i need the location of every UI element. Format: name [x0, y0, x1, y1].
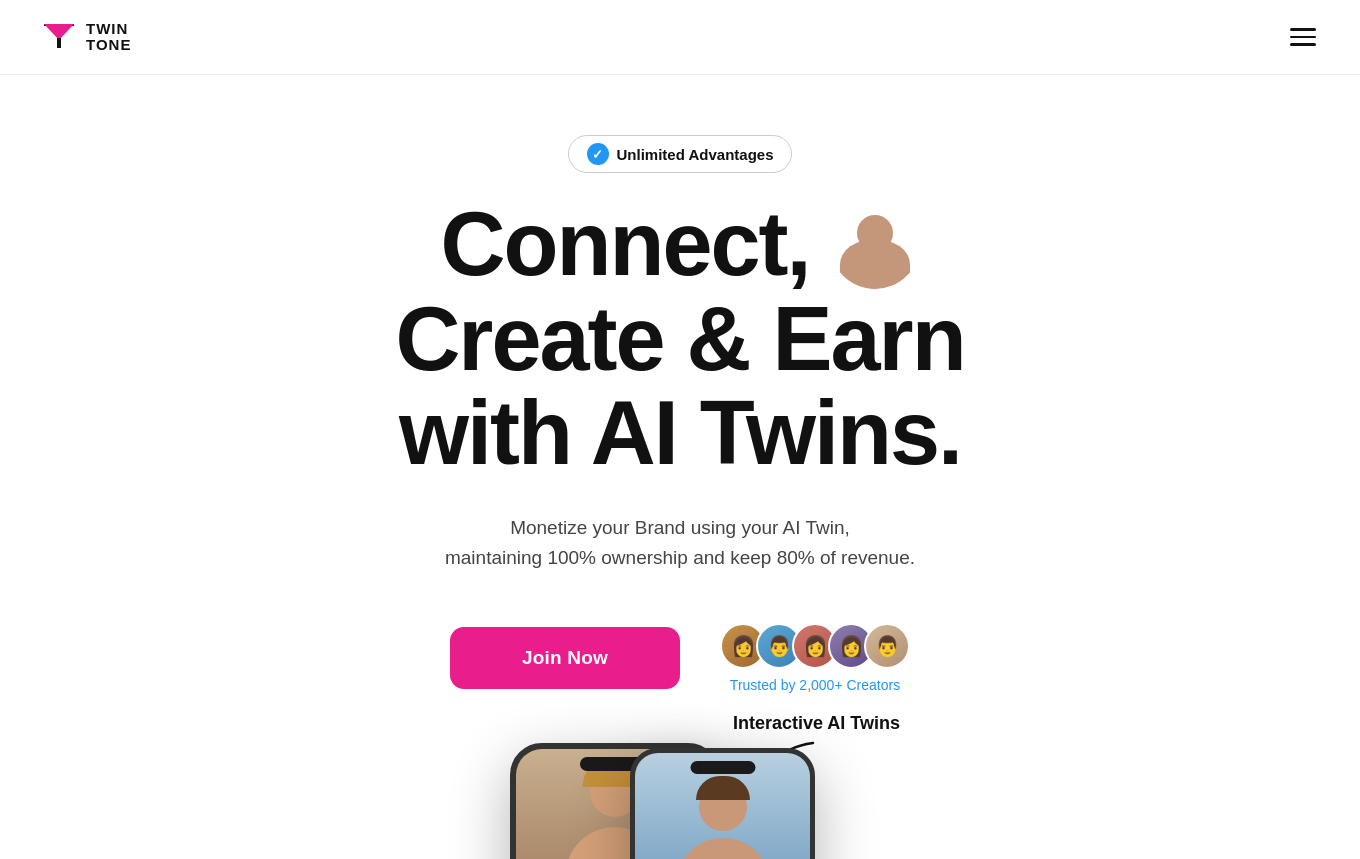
hero-heading: Connect, Create & Earn with AI Twins.: [395, 197, 964, 481]
heading-line-2: Create & Earn: [395, 292, 964, 387]
logo-line1: TWIN: [86, 21, 131, 38]
hamburger-line-2: [1290, 36, 1316, 39]
person-body-2: [675, 838, 770, 859]
phone-mockup-2: [630, 748, 815, 859]
person-hair-2: [696, 776, 750, 800]
menu-button[interactable]: [1286, 24, 1320, 50]
trusted-section: 👩 👨 👩 👩 👨 Trusted by 2,000+ Creators: [720, 623, 910, 693]
hamburger-line-1: [1290, 28, 1316, 31]
header: TWIN TONE: [0, 0, 1360, 75]
svg-marker-1: [44, 24, 74, 40]
creator-avatar-5: 👨: [864, 623, 910, 669]
badge-label: Unlimited Advantages: [617, 146, 774, 163]
hero-subtitle: Monetize your Brand using your AI Twin, …: [445, 513, 915, 574]
creator-face-5: 👨: [866, 625, 908, 667]
logo-text: TWIN TONE: [86, 21, 131, 54]
heading-line-3: with AI Twins.: [395, 386, 964, 481]
heading-connect: Connect,: [440, 197, 809, 292]
phone-mockup-area: Interactive AI Twins: [430, 713, 930, 859]
checkmark-icon: [587, 143, 609, 165]
creator-avatars: 👩 👨 👩 👩 👨: [720, 623, 910, 669]
ai-twins-label: Interactive AI Twins: [733, 713, 900, 734]
trusted-label: Trusted by 2,000+ Creators: [730, 677, 900, 693]
logo[interactable]: TWIN TONE: [40, 18, 131, 56]
hamburger-line-3: [1290, 43, 1316, 46]
subtitle-line2: maintaining 100% ownership and keep 80% …: [445, 547, 915, 568]
svg-rect-2: [57, 38, 61, 48]
subtitle-line1: Monetize your Brand using your AI Twin,: [510, 517, 850, 538]
phone-notch-2: [690, 761, 755, 774]
unlimited-advantages-badge: Unlimited Advantages: [568, 135, 793, 173]
heading-line-1: Connect,: [395, 197, 964, 292]
phone-person-2: [658, 768, 788, 859]
cta-section: Join Now 👩 👨 👩 👩 👨 Trusted by: [450, 623, 910, 693]
join-now-button[interactable]: Join Now: [450, 627, 680, 689]
hero-avatar-image: [830, 199, 920, 289]
main-content: Unlimited Advantages Connect, Create & E…: [0, 75, 1360, 859]
logo-icon: [40, 18, 78, 56]
hero-avatar: [830, 199, 920, 289]
logo-line2: TONE: [86, 37, 131, 54]
